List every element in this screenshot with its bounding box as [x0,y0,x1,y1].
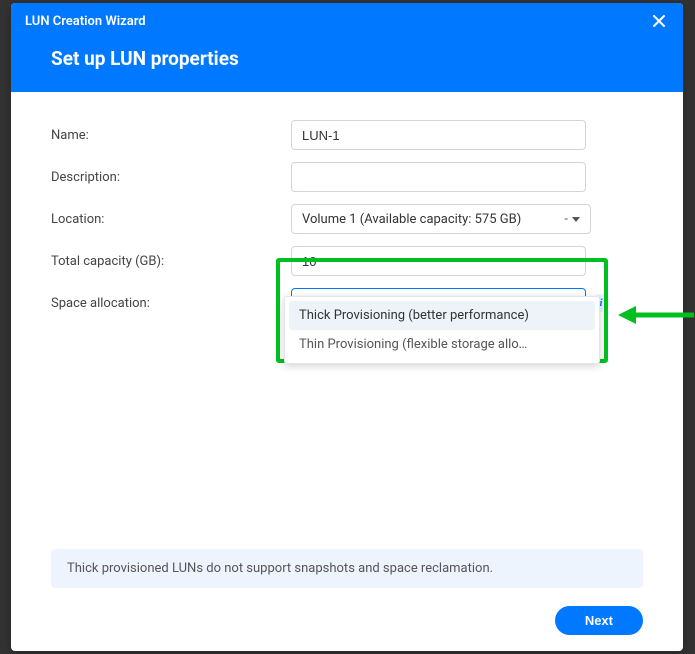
capacity-input[interactable] [291,246,586,276]
row-capacity: Total capacity (GB): [51,246,643,276]
allocation-dropdown-panel: Thick Provisioning (better performance) … [284,296,600,364]
allocation-option-thin[interactable]: Thin Provisioning (flexible storage allo… [289,330,595,359]
location-value: Volume 1 (Available capacity: 575 GB) [302,212,521,227]
window-title: LUN Creation Wizard [25,14,146,29]
wizard-footer: Next [11,606,683,651]
close-icon[interactable] [649,11,669,31]
titlebar: LUN Creation Wizard [11,3,683,35]
label-capacity: Total capacity (GB): [51,254,291,269]
location-select[interactable]: Volume 1 (Available capacity: 575 GB) - [291,204,591,234]
label-name: Name: [51,128,291,143]
page-title: Set up LUN properties [11,35,683,92]
row-name: Name: [51,120,643,150]
wizard-header: LUN Creation Wizard Set up LUN propertie… [11,3,683,92]
label-allocation: Space allocation: [51,296,291,311]
description-input[interactable] [291,162,586,192]
label-location: Location: [51,212,291,227]
row-location: Location: Volume 1 (Available capacity: … [51,204,643,234]
label-description: Description: [51,170,291,185]
chevron-down-icon: - [564,212,580,227]
allocation-option-thick[interactable]: Thick Provisioning (better performance) [289,301,595,330]
next-button[interactable]: Next [555,606,643,635]
row-description: Description: [51,162,643,192]
notice-bar: Thick provisioned LUNs do not support sn… [51,549,643,588]
name-input[interactable] [291,120,586,150]
